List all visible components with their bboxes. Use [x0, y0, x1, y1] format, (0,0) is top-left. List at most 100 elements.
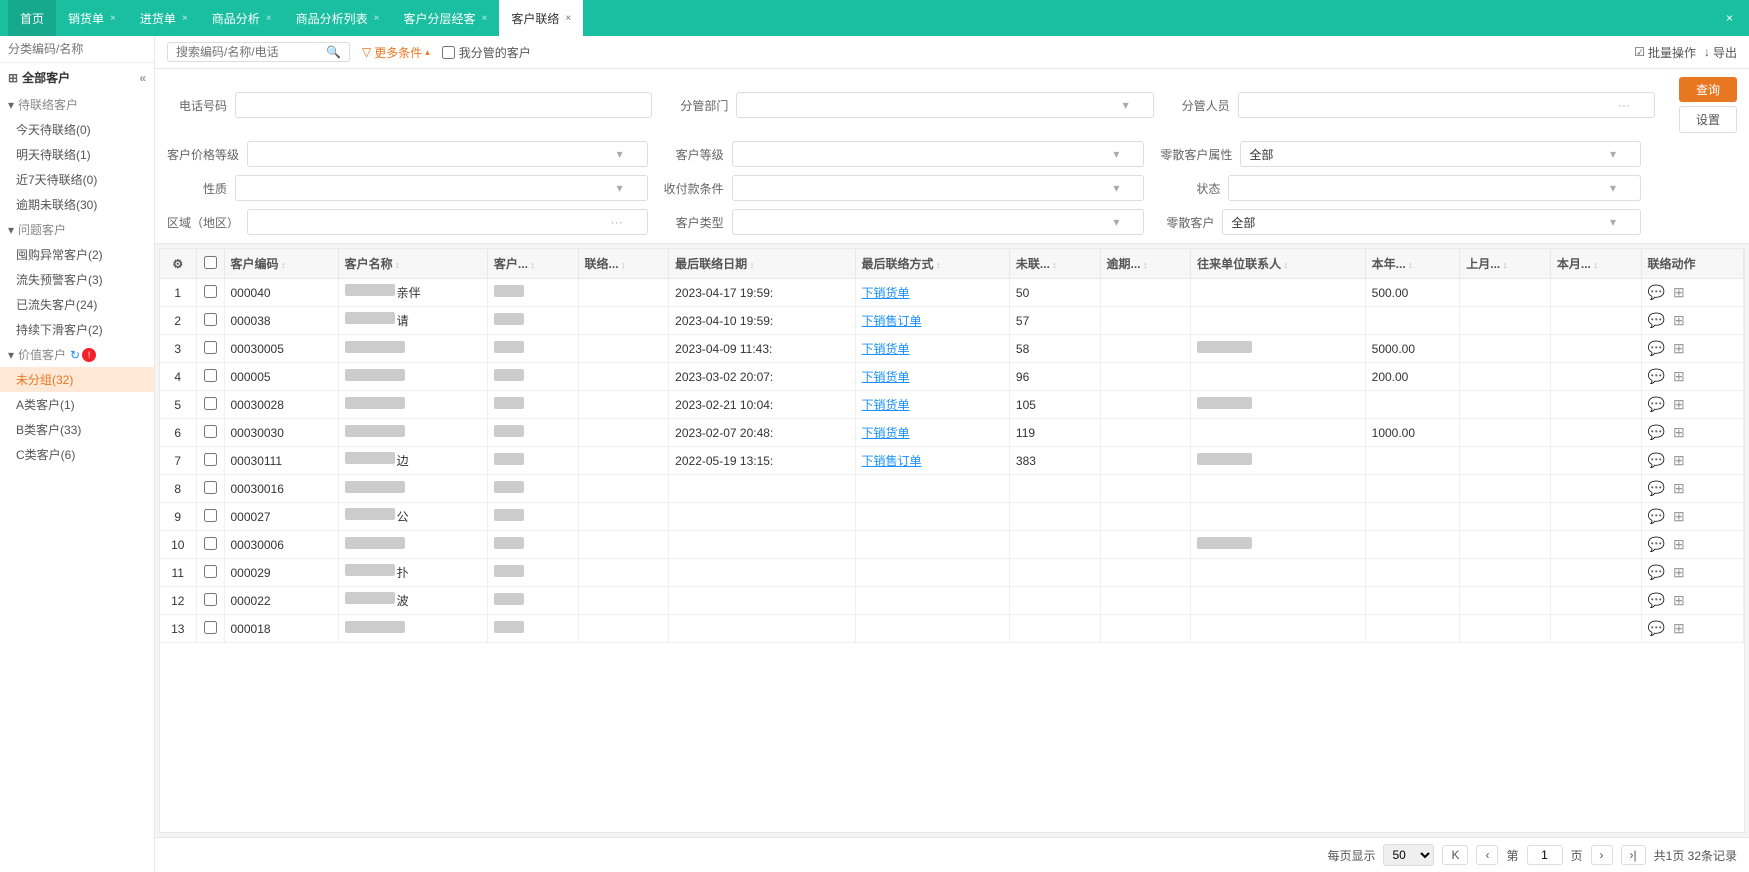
- sidebar-item-churn-warning[interactable]: 流失预警客户(3): [0, 267, 154, 292]
- row-checkbox-cell[interactable]: [196, 503, 224, 531]
- grid-action-icon[interactable]: ⊞: [1673, 368, 1685, 385]
- comment-icon[interactable]: 💬: [1648, 620, 1665, 637]
- settings-col[interactable]: ⚙: [160, 249, 196, 279]
- payment-select[interactable]: [732, 175, 1145, 201]
- dept-select[interactable]: [736, 92, 1153, 118]
- last-page-btn[interactable]: ›|: [1621, 845, 1646, 865]
- col-this-month[interactable]: 本月...: [1550, 249, 1641, 279]
- search-box[interactable]: 🔍: [167, 42, 350, 62]
- batch-operate-btn[interactable]: ☑ 批量操作: [1634, 44, 1696, 61]
- col-unit-contact[interactable]: 往来单位联系人: [1191, 249, 1366, 279]
- col-name[interactable]: 客户名称: [338, 249, 487, 279]
- contact-method-link[interactable]: 下销售订单: [862, 314, 922, 328]
- comment-icon[interactable]: 💬: [1648, 424, 1665, 441]
- comment-icon[interactable]: 💬: [1648, 480, 1665, 497]
- row-checkbox-cell[interactable]: [196, 363, 224, 391]
- close-customer-contact-icon[interactable]: ×: [565, 13, 571, 24]
- contact-method-link[interactable]: 下销售订单: [862, 454, 922, 468]
- grid-action-icon[interactable]: ⊞: [1673, 592, 1685, 609]
- query-button[interactable]: 查询: [1679, 77, 1737, 102]
- sidebar-item-class-a[interactable]: A类客户(1): [0, 392, 154, 417]
- contact-method-link[interactable]: 下销货单: [862, 370, 910, 384]
- comment-icon[interactable]: 💬: [1648, 340, 1665, 357]
- comment-icon[interactable]: 💬: [1648, 284, 1665, 301]
- group-problem-customers[interactable]: ▾ 问题客户: [0, 217, 154, 242]
- row-checkbox-cell[interactable]: [196, 559, 224, 587]
- row-checkbox[interactable]: [204, 621, 217, 634]
- contact-method-link[interactable]: 下销货单: [862, 342, 910, 356]
- grid-action-icon[interactable]: ⊞: [1673, 424, 1685, 441]
- retail-attr-select[interactable]: 全部: [1240, 141, 1641, 167]
- more-conditions-btn[interactable]: ▽ 更多条件 ▴: [362, 44, 430, 61]
- my-customers-checkbox[interactable]: 我分管的客户: [442, 44, 531, 61]
- manager-select[interactable]: ···: [1238, 92, 1655, 118]
- row-checkbox-cell[interactable]: [196, 587, 224, 615]
- row-checkbox[interactable]: [204, 313, 217, 326]
- row-checkbox[interactable]: [204, 453, 217, 466]
- reset-button[interactable]: 设置: [1679, 106, 1737, 133]
- next-page-btn[interactable]: ›: [1591, 845, 1613, 865]
- tab-product-analysis[interactable]: 商品分析 ×: [200, 0, 284, 36]
- cust-level-select[interactable]: [732, 141, 1145, 167]
- search-input[interactable]: [176, 45, 326, 59]
- row-checkbox[interactable]: [204, 537, 217, 550]
- tab-customer-contact[interactable]: 客户联络 ×: [499, 0, 583, 36]
- row-checkbox[interactable]: [204, 425, 217, 438]
- col-contact[interactable]: 联络...: [578, 249, 669, 279]
- nature-select[interactable]: [235, 175, 648, 201]
- row-checkbox[interactable]: [204, 593, 217, 606]
- comment-icon[interactable]: 💬: [1648, 312, 1665, 329]
- prev-page-btn[interactable]: ‹: [1476, 845, 1498, 865]
- col-last-contact-method[interactable]: 最后联络方式: [855, 249, 1009, 279]
- close-sales-icon[interactable]: ×: [110, 13, 116, 24]
- sidebar-item-7days[interactable]: 近7天待联络(0): [0, 167, 154, 192]
- row-checkbox[interactable]: [204, 341, 217, 354]
- group-pending-contact[interactable]: ▾ 待联络客户: [0, 92, 154, 117]
- cust-type-select[interactable]: [732, 209, 1145, 235]
- contact-method-link[interactable]: 下销货单: [862, 398, 910, 412]
- phone-input[interactable]: [235, 92, 652, 118]
- sidebar-item-tomorrow[interactable]: 明天待联络(1): [0, 142, 154, 167]
- grid-action-icon[interactable]: ⊞: [1673, 620, 1685, 637]
- close-product-analysis-icon[interactable]: ×: [266, 13, 272, 24]
- per-page-select[interactable]: 50 100 200: [1383, 844, 1434, 866]
- row-checkbox-cell[interactable]: [196, 531, 224, 559]
- contact-method-link[interactable]: 下销货单: [862, 286, 910, 300]
- comment-icon[interactable]: 💬: [1648, 536, 1665, 553]
- sidebar-item-overdue[interactable]: 逾期未联络(30): [0, 192, 154, 217]
- col-last-month[interactable]: 上月...: [1460, 249, 1551, 279]
- retail-cust-select[interactable]: 全部: [1222, 209, 1641, 235]
- comment-icon[interactable]: 💬: [1648, 368, 1665, 385]
- sidebar-collapse-icon[interactable]: «: [139, 71, 146, 85]
- grid-action-icon[interactable]: ⊞: [1673, 536, 1685, 553]
- tab-product-analysis-list[interactable]: 商品分析列表 ×: [284, 0, 392, 36]
- comment-icon[interactable]: 💬: [1648, 592, 1665, 609]
- close-product-analysis-list-icon[interactable]: ×: [374, 13, 380, 24]
- row-checkbox[interactable]: [204, 565, 217, 578]
- contact-method-link[interactable]: 下销货单: [862, 426, 910, 440]
- close-purchase-icon[interactable]: ×: [182, 13, 188, 24]
- grid-action-icon[interactable]: ⊞: [1673, 396, 1685, 413]
- tab-customer-segment[interactable]: 客户分层经客 ×: [391, 0, 499, 36]
- row-checkbox-cell[interactable]: [196, 279, 224, 307]
- row-checkbox-cell[interactable]: [196, 307, 224, 335]
- row-checkbox[interactable]: [204, 397, 217, 410]
- export-btn[interactable]: ↓ 导出: [1704, 44, 1737, 61]
- group-value-customers[interactable]: ▾ 价值客户 ↻ !: [0, 342, 154, 367]
- sidebar-search-input[interactable]: [8, 42, 155, 56]
- col-last-contact-date[interactable]: 最后联络日期: [669, 249, 855, 279]
- col-code[interactable]: 客户编码: [224, 249, 338, 279]
- row-checkbox[interactable]: [204, 369, 217, 382]
- tab-sales[interactable]: 销货单 ×: [56, 0, 128, 36]
- grid-action-icon[interactable]: ⊞: [1673, 508, 1685, 525]
- my-customers-check[interactable]: [442, 46, 455, 59]
- comment-icon[interactable]: 💬: [1648, 564, 1665, 581]
- refresh-icon[interactable]: ↻: [70, 348, 80, 362]
- region-select[interactable]: ···: [247, 209, 648, 235]
- row-checkbox[interactable]: [204, 285, 217, 298]
- comment-icon[interactable]: 💬: [1648, 508, 1665, 525]
- row-checkbox-cell[interactable]: [196, 391, 224, 419]
- status-select[interactable]: [1228, 175, 1641, 201]
- row-checkbox-cell[interactable]: [196, 335, 224, 363]
- row-checkbox-cell[interactable]: [196, 615, 224, 643]
